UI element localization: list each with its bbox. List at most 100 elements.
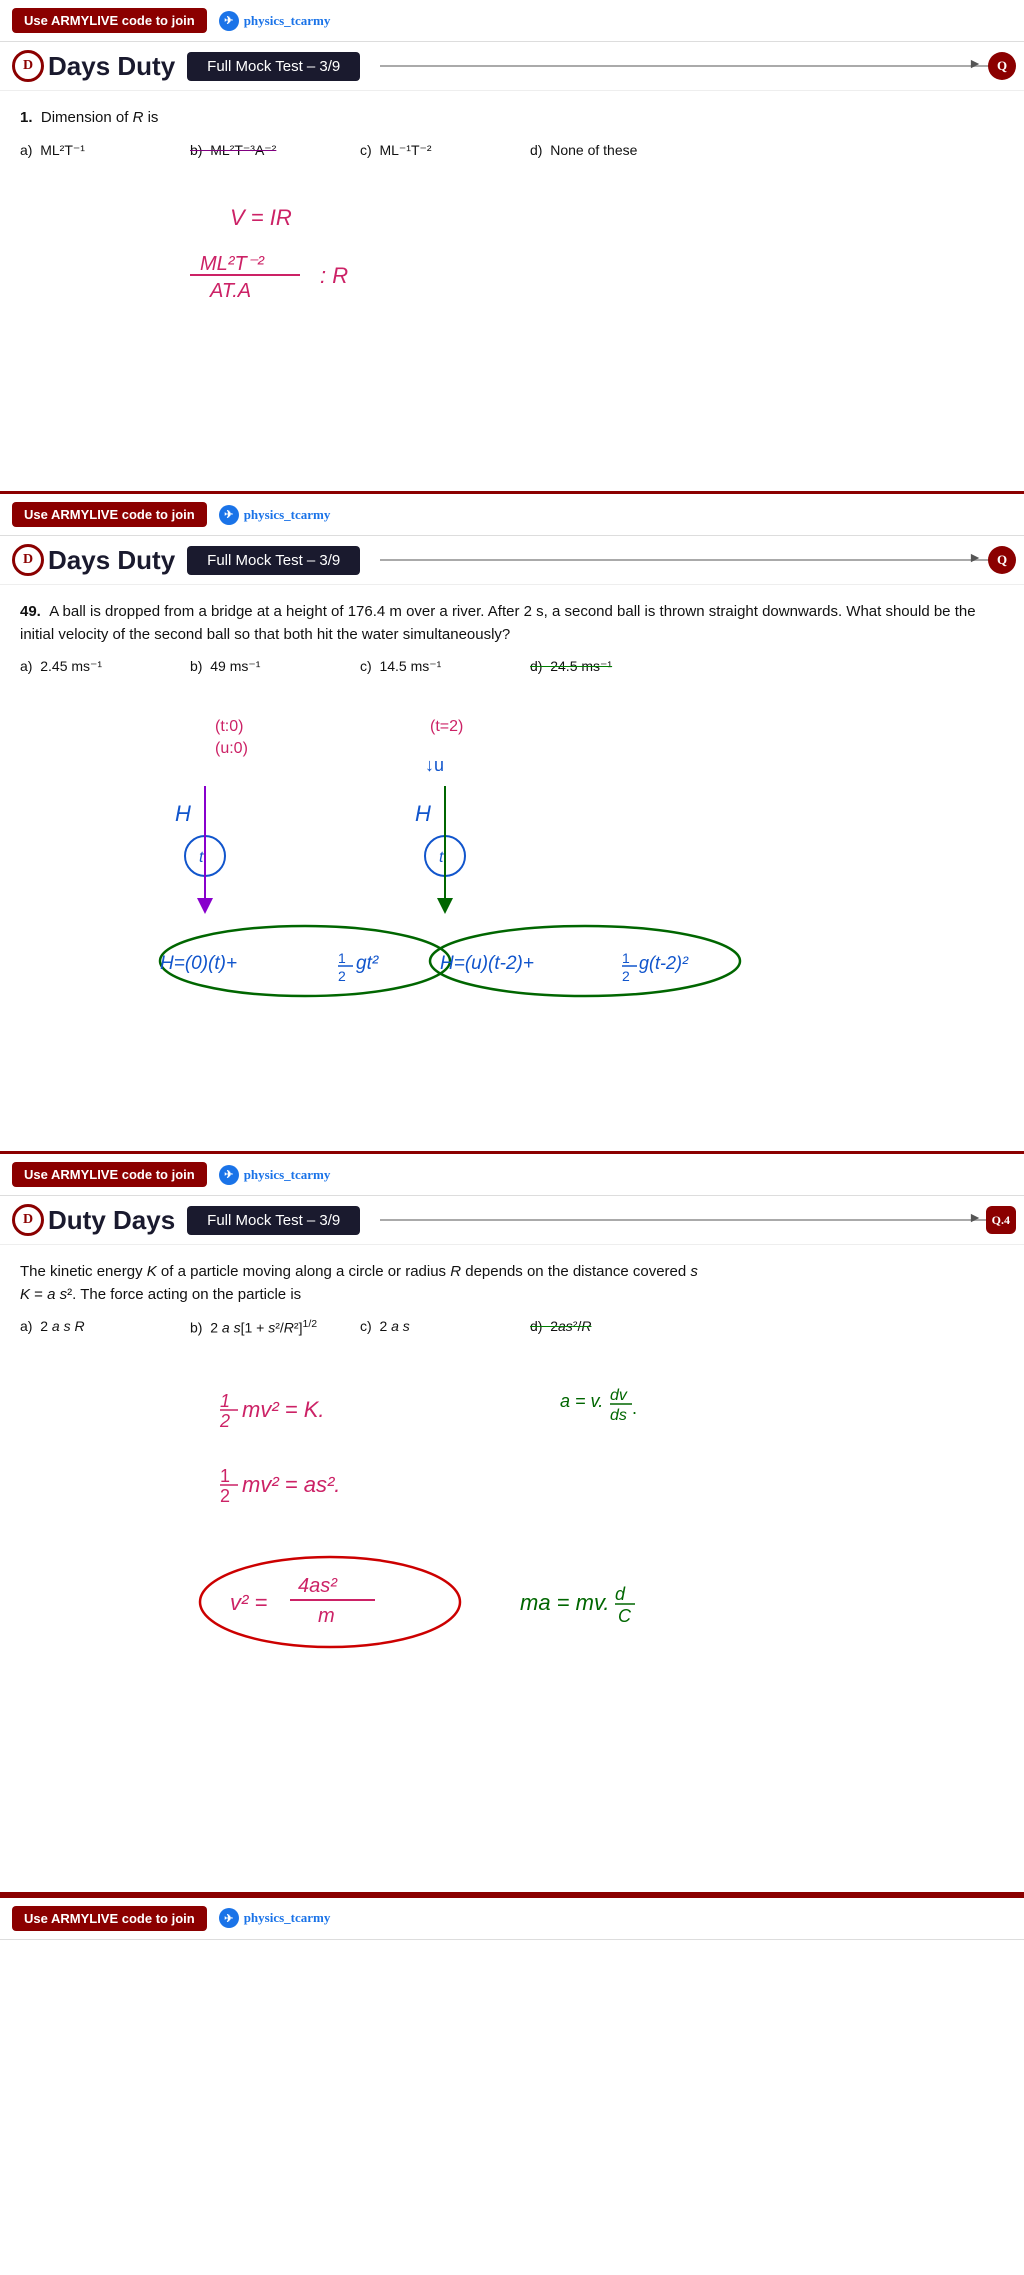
brand-logo-1: D Days Duty	[12, 50, 175, 82]
telegram-icon-3: ✈	[219, 1165, 239, 1185]
svg-text:ds: ds	[610, 1407, 627, 1424]
telegram-label-bottom: physics_tcarmy	[244, 1910, 331, 1926]
q-number-1: 1.	[20, 109, 33, 126]
top-bar-2: Use ARMYLIVE code to join ✈ physics_tcar…	[0, 494, 1024, 536]
options-row-1: a) ML²T⁻¹ b) ML²T⁻³A⁻² c) ML⁻¹T⁻² d) Non…	[20, 142, 1004, 159]
option-1a: a) ML²T⁻¹	[20, 142, 170, 159]
telegram-badge-3: ✈ physics_tcarmy	[219, 1165, 331, 1185]
svg-text:ML²T⁻²: ML²T⁻²	[200, 253, 265, 275]
svg-text:mv² = K.: mv² = K.	[242, 1397, 325, 1422]
svg-text:: R: : R	[320, 263, 348, 288]
handwritten-svg-2: (t:0) (u:0) H t	[20, 691, 770, 1111]
svg-text:g(t-2)²: g(t-2)²	[639, 953, 689, 973]
handwritten-svg-1: V = IR ML²T⁻² AT.A : R	[170, 175, 670, 395]
svg-text:v² =: v² =	[230, 1590, 267, 1615]
options-row-3: a) 2 a s R b) 2 a s[1 + s²/R²]1/2 c) 2 a…	[20, 1318, 1004, 1336]
option-2b: b) 49 ms⁻¹	[190, 658, 340, 675]
svg-text:t: t	[199, 849, 204, 866]
telegram-icon-bottom: ✈	[219, 1908, 239, 1928]
header-bar-3: D Duty Days Full Mock Test – 3/9 Q.4	[0, 1196, 1024, 1245]
brand-logo-2: D Days Duty	[12, 544, 175, 576]
svg-text:4as²: 4as²	[298, 1575, 338, 1597]
header-bar-2: D Days Duty Full Mock Test – 3/9 Q	[0, 536, 1024, 585]
option-2c: c) 14.5 ms⁻¹	[360, 658, 510, 675]
option-1b: b) ML²T⁻³A⁻²	[190, 142, 340, 159]
join-button-3[interactable]: Use ARMYLIVE code to join	[12, 1162, 207, 1187]
option-1c: c) ML⁻¹T⁻²	[360, 142, 510, 159]
top-bar-3: Use ARMYLIVE code to join ✈ physics_tcar…	[0, 1154, 1024, 1196]
q-badge-3: Q.4	[986, 1206, 1016, 1234]
option-2a: a) 2.45 ms⁻¹	[20, 658, 170, 675]
svg-text:H: H	[415, 801, 431, 826]
svg-text:.: .	[632, 1398, 637, 1418]
logo-circle-3: D	[12, 1204, 44, 1236]
svg-text:2: 2	[622, 968, 630, 984]
section-1: Use ARMYLIVE code to join ✈ physics_tcar…	[0, 0, 1024, 494]
content-area-3: The kinetic energy K of a particle movin…	[0, 1245, 1024, 1892]
svg-text:2: 2	[220, 1486, 230, 1506]
svg-text:t: t	[439, 849, 444, 866]
option-3b: b) 2 a s[1 + s²/R²]1/2	[190, 1318, 340, 1336]
svg-text:m: m	[318, 1605, 335, 1627]
content-area-2: 49. A ball is dropped from a bridge at a…	[0, 585, 1024, 1151]
telegram-badge-1: ✈ physics_tcarmy	[219, 11, 331, 31]
join-button-2[interactable]: Use ARMYLIVE code to join	[12, 502, 207, 527]
svg-text:C: C	[618, 1606, 632, 1626]
content-area-1: 1. Dimension of R is a) ML²T⁻¹ b) ML²T⁻³…	[0, 91, 1024, 491]
telegram-label-1: physics_tcarmy	[244, 13, 331, 29]
svg-text:2: 2	[219, 1411, 230, 1431]
arrow-line-1	[380, 65, 1012, 67]
q-badge-2: Q	[988, 546, 1016, 574]
svg-text:ma = mv.: ma = mv.	[520, 1590, 609, 1615]
svg-text:1: 1	[220, 1466, 230, 1486]
arrow-line-3	[380, 1219, 1012, 1221]
q-badge-1: Q	[988, 52, 1016, 80]
svg-text:1: 1	[338, 950, 346, 966]
test-badge-3: Full Mock Test – 3/9	[187, 1206, 360, 1235]
top-bar-1: Use ARMYLIVE code to join ✈ physics_tcar…	[0, 0, 1024, 42]
svg-text:2: 2	[338, 968, 346, 984]
section-3: Use ARMYLIVE code to join ✈ physics_tcar…	[0, 1154, 1024, 1895]
svg-text:V = IR: V = IR	[230, 205, 292, 230]
svg-text:H: H	[175, 801, 191, 826]
telegram-badge-2: ✈ physics_tcarmy	[219, 505, 331, 525]
option-2d: d) 24.5 ms⁻¹	[530, 658, 680, 675]
option-3d: d) 2as²/R	[530, 1318, 680, 1336]
arrow-line-2	[380, 559, 1012, 561]
question-1: 1. Dimension of R is	[20, 107, 1004, 130]
svg-text:H=(0)(t)+: H=(0)(t)+	[160, 953, 237, 974]
join-button-bottom[interactable]: Use ARMYLIVE code to join	[12, 1906, 207, 1931]
q-text-1: Dimension of R is	[41, 109, 159, 126]
question-3: The kinetic energy K of a particle movin…	[20, 1261, 1004, 1306]
bottom-top-bar: Use ARMYLIVE code to join ✈ physics_tcar…	[0, 1895, 1024, 1940]
brand-name-2: Days Duty	[48, 545, 175, 576]
question-2: 49. A ball is dropped from a bridge at a…	[20, 601, 1004, 646]
handwritten-2: (t:0) (u:0) H t	[20, 691, 1004, 1111]
test-badge-1: Full Mock Test – 3/9	[187, 52, 360, 81]
brand-logo-3: D Duty Days	[12, 1204, 175, 1236]
svg-text:1: 1	[220, 1391, 230, 1411]
test-badge-2: Full Mock Test – 3/9	[187, 546, 360, 575]
telegram-label-2: physics_tcarmy	[244, 507, 331, 523]
options-row-2: a) 2.45 ms⁻¹ b) 49 ms⁻¹ c) 14.5 ms⁻¹ d) …	[20, 658, 1004, 675]
telegram-label-3: physics_tcarmy	[244, 1167, 331, 1183]
handwritten-svg-3: 1 2 mv² = K. a = v. dv ds . 1 2 mv² = as…	[20, 1352, 770, 1852]
telegram-badge-bottom: ✈ physics_tcarmy	[219, 1908, 331, 1928]
join-button-1[interactable]: Use ARMYLIVE code to join	[12, 8, 207, 33]
header-bar-1: D Days Duty Full Mock Test – 3/9 Q	[0, 42, 1024, 91]
logo-circle-1: D	[12, 50, 44, 82]
brand-name-1: Days Duty	[48, 51, 175, 82]
logo-circle-2: D	[12, 544, 44, 576]
handwritten-1: V = IR ML²T⁻² AT.A : R	[20, 175, 1004, 395]
svg-text:↓u: ↓u	[425, 755, 444, 775]
option-3c: c) 2 a s	[360, 1318, 510, 1336]
svg-text:a = v.: a = v.	[560, 1391, 603, 1411]
svg-text:(t=2): (t=2)	[430, 718, 463, 735]
q-number-2: 49.	[20, 603, 41, 620]
handwritten-3: 1 2 mv² = K. a = v. dv ds . 1 2 mv² = as…	[20, 1352, 1004, 1852]
svg-text:mv² = as².: mv² = as².	[242, 1472, 340, 1497]
svg-text:dv: dv	[610, 1387, 628, 1404]
svg-text:AT.A: AT.A	[209, 280, 251, 302]
option-3a: a) 2 a s R	[20, 1318, 170, 1336]
svg-text:(u:0): (u:0)	[215, 740, 248, 757]
